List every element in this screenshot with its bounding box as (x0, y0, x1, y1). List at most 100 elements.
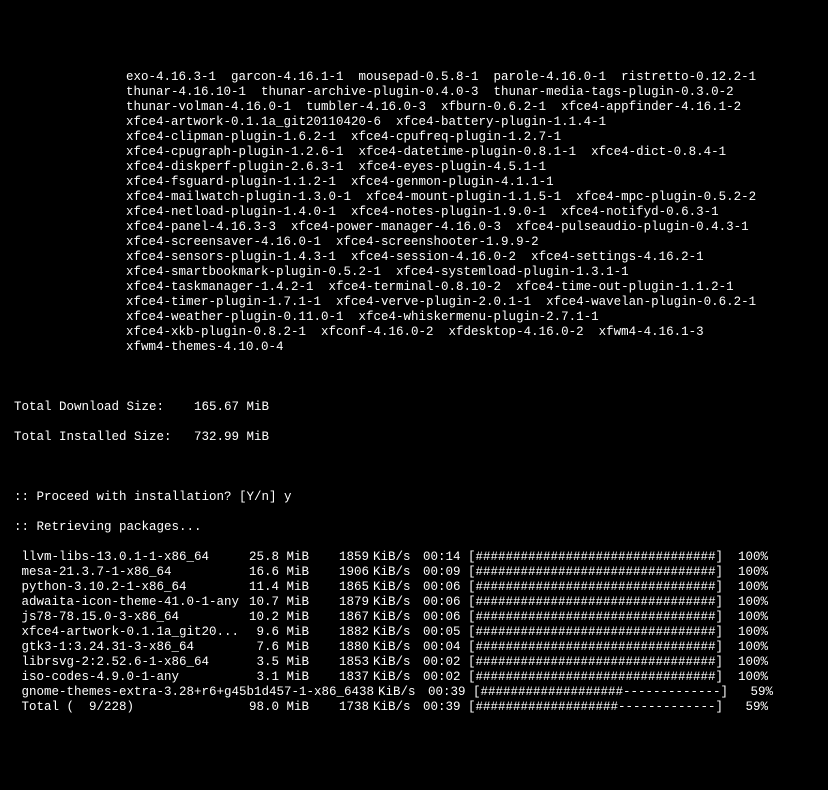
download-percent: 59% (728, 685, 773, 700)
progress-bar: [################################] (468, 565, 723, 580)
proceed-prompt[interactable]: :: Proceed with installation? [Y/n] y (14, 490, 828, 505)
download-row: iso-codes-4.9.0-1-any3.1 MiB1837KiB/s 00… (14, 670, 828, 685)
rate-unit: KiB/s (374, 685, 428, 700)
package-line: xfwm4-themes-4.10.0-4 (126, 340, 828, 355)
download-percent: 100% (723, 640, 768, 655)
download-rate: 1880 (309, 640, 369, 655)
download-size: 9.6 MiB (234, 625, 309, 640)
download-row: librsvg-2:2.52.6-1-x86_643.5 MiB1853KiB/… (14, 655, 828, 670)
download-rate: 1879 (309, 595, 369, 610)
total-download: Total Download Size: 165.67 MiB (14, 400, 828, 415)
progress-bar: [################################] (468, 595, 723, 610)
download-size: 10.2 MiB (234, 610, 309, 625)
download-percent: 100% (723, 670, 768, 685)
download-size: 10.7 MiB (234, 595, 309, 610)
progress-bar: [################################] (468, 670, 723, 685)
download-row: adwaita-icon-theme-41.0-1-any10.7 MiB187… (14, 595, 828, 610)
package-line: xfce4-weather-plugin-0.11.0-1 xfce4-whis… (126, 310, 828, 325)
download-time: 00:14 (423, 550, 468, 565)
progress-bar: [################################] (468, 640, 723, 655)
download-row: js78-78.15.0-3-x86_6410.2 MiB1867KiB/s 0… (14, 610, 828, 625)
download-time: 00:06 (423, 610, 468, 625)
package-line: thunar-4.16.10-1 thunar-archive-plugin-0… (126, 85, 828, 100)
package-line: xfce4-cpugraph-plugin-1.2.6-1 xfce4-date… (126, 145, 828, 160)
package-line: xfce4-diskperf-plugin-2.6.3-1 xfce4-eyes… (126, 160, 828, 175)
download-size: 3.1 MiB (234, 670, 309, 685)
package-line: xfce4-fsguard-plugin-1.1.2-1 xfce4-genmo… (126, 175, 828, 190)
package-line: xfce4-netload-plugin-1.4.0-1 xfce4-notes… (126, 205, 828, 220)
download-percent: 100% (723, 580, 768, 595)
download-percent: 100% (723, 565, 768, 580)
package-line: xfce4-screensaver-4.16.0-1 xfce4-screens… (126, 235, 828, 250)
package-line: xfce4-taskmanager-1.4.2-1 xfce4-terminal… (126, 280, 828, 295)
blank-line (14, 370, 828, 385)
download-time: 00:09 (423, 565, 468, 580)
package-line: xfce4-smartbookmark-plugin-0.5.2-1 xfce4… (126, 265, 828, 280)
rate-unit: KiB/s (369, 610, 423, 625)
download-row-partial: gnome-themes-extra-3.28+r6+g45b1d457-1-x… (14, 685, 828, 700)
package-line: xfce4-mailwatch-plugin-1.3.0-1 xfce4-mou… (126, 190, 828, 205)
download-time: 00:39 (428, 685, 473, 700)
progress-bar: [################################] (468, 550, 723, 565)
progress-bar: [###################-------------] (473, 685, 728, 700)
package-line: xfce4-clipman-plugin-1.6.2-1 xfce4-cpufr… (126, 130, 828, 145)
rate-unit: KiB/s (369, 550, 423, 565)
download-size: 7.6 MiB (234, 640, 309, 655)
download-rate: 1882 (309, 625, 369, 640)
package-line: exo-4.16.3-1 garcon-4.16.1-1 mousepad-0.… (126, 70, 828, 85)
rate-unit: KiB/s (369, 595, 423, 610)
download-name: xfce4-artwork-0.1.1a_git20... (14, 625, 234, 640)
download-percent: 100% (723, 610, 768, 625)
download-name: iso-codes-4.9.0-1-any (14, 670, 234, 685)
rate-unit: KiB/s (369, 625, 423, 640)
download-time: 00:06 (423, 595, 468, 610)
download-name: python-3.10.2-1-x86_64 (14, 580, 234, 595)
download-name: adwaita-icon-theme-41.0-1-any (14, 595, 234, 610)
download-name: mesa-21.3.7-1-x86_64 (14, 565, 234, 580)
download-percent: 100% (723, 625, 768, 640)
download-row: Total ( 9/228)98.0 MiB1738KiB/s 00:39[##… (14, 700, 828, 715)
package-line: thunar-volman-4.16.0-1 tumbler-4.16.0-3 … (126, 100, 828, 115)
download-rate: 1865 (309, 580, 369, 595)
rate-unit: KiB/s (369, 640, 423, 655)
download-row: xfce4-artwork-0.1.1a_git20...9.6 MiB1882… (14, 625, 828, 640)
download-name: librsvg-2:2.52.6-1-x86_64 (14, 655, 234, 670)
package-line: xfce4-sensors-plugin-1.4.3-1 xfce4-sessi… (126, 250, 828, 265)
download-name: gtk3-1:3.24.31-3-x86_64 (14, 640, 234, 655)
download-rate: 1867 (309, 610, 369, 625)
download-percent: 100% (723, 550, 768, 565)
rate-unit: KiB/s (369, 655, 423, 670)
download-rate: 1837 (309, 670, 369, 685)
package-list: exo-4.16.3-1 garcon-4.16.1-1 mousepad-0.… (14, 70, 828, 355)
progress-bar: [################################] (468, 655, 723, 670)
download-row: llvm-libs-13.0.1-1-x86_6425.8 MiB1859KiB… (14, 550, 828, 565)
retrieving-header: :: Retrieving packages... (14, 520, 828, 535)
download-name: llvm-libs-13.0.1-1-x86_64 (14, 550, 234, 565)
download-name: Total ( 9/228) (14, 700, 234, 715)
rate-unit: KiB/s (369, 580, 423, 595)
package-line: xfce4-panel-4.16.3-3 xfce4-power-manager… (126, 220, 828, 235)
download-size: 11.4 MiB (234, 580, 309, 595)
download-time: 00:02 (423, 670, 468, 685)
rate-unit: KiB/s (369, 700, 423, 715)
download-size: 98.0 MiB (234, 700, 309, 715)
download-name: js78-78.15.0-3-x86_64 (14, 610, 234, 625)
download-row: gtk3-1:3.24.31-3-x86_647.6 MiB1880KiB/s … (14, 640, 828, 655)
total-installed: Total Installed Size: 732.99 MiB (14, 430, 828, 445)
download-time: 00:39 (423, 700, 468, 715)
download-time: 00:04 (423, 640, 468, 655)
download-rate: 1906 (309, 565, 369, 580)
download-rate: 1853 (309, 655, 369, 670)
download-row: mesa-21.3.7-1-x86_6416.6 MiB1906KiB/s 00… (14, 565, 828, 580)
blank-line (14, 460, 828, 475)
rate-unit: KiB/s (369, 565, 423, 580)
download-size: 25.8 MiB (234, 550, 309, 565)
download-size: 3.5 MiB (234, 655, 309, 670)
package-line: xfce4-timer-plugin-1.7.1-1 xfce4-verve-p… (126, 295, 828, 310)
download-progress-list: llvm-libs-13.0.1-1-x86_6425.8 MiB1859KiB… (14, 550, 828, 715)
progress-bar: [###################-------------] (468, 700, 723, 715)
download-percent: 59% (723, 700, 768, 715)
package-line: xfce4-xkb-plugin-0.8.2-1 xfconf-4.16.0-2… (126, 325, 828, 340)
download-row: python-3.10.2-1-x86_6411.4 MiB1865KiB/s … (14, 580, 828, 595)
rate-unit: KiB/s (369, 670, 423, 685)
